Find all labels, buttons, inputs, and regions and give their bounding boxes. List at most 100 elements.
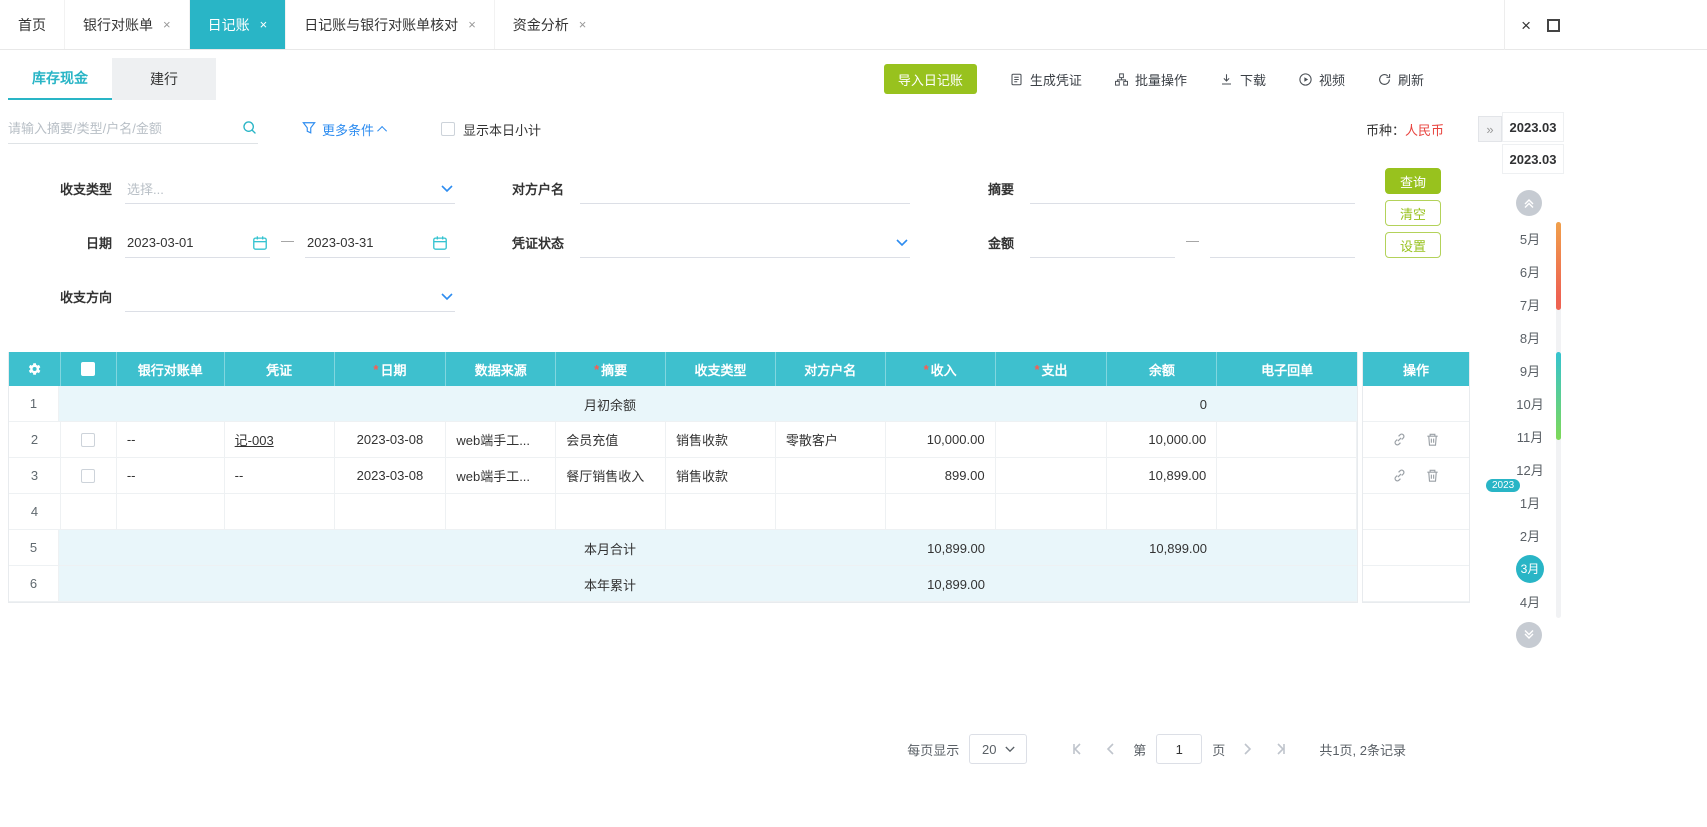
calendar-icon[interactable] — [252, 235, 268, 251]
row-checkbox[interactable] — [81, 432, 96, 447]
settings-button[interactable]: 设置 — [1385, 232, 1441, 258]
month-total-label: 本月合计 — [583, 541, 636, 557]
per-page-label: 每页显示 — [907, 742, 960, 758]
timeline-month[interactable]: 7月 — [1502, 288, 1558, 321]
timeline-month[interactable]: 10月 — [1502, 387, 1558, 420]
timeline-month[interactable]: 8月 — [1502, 321, 1558, 354]
tab-journal-bank-check[interactable]: 日记账与银行对账单核对 × — [285, 0, 494, 49]
download-button[interactable]: 下载 — [1219, 70, 1266, 89]
link-icon[interactable] — [1392, 432, 1407, 447]
direction-label: 收支方向 — [59, 290, 112, 305]
timeline-month[interactable]: 11月 — [1502, 420, 1558, 453]
header-bank-statement: 银行对账单 — [117, 352, 225, 386]
timeline-month[interactable]: 2月 — [1502, 519, 1558, 552]
date-to-field[interactable] — [305, 228, 450, 258]
fullscreen-icon[interactable] — [1547, 18, 1560, 32]
tab-bank-statement[interactable]: 银行对账单 × — [64, 0, 189, 49]
cell-source: web端手工... — [446, 458, 557, 494]
link-icon[interactable] — [1392, 468, 1407, 483]
date-label: 日期 — [85, 236, 112, 251]
direction-select[interactable] — [125, 282, 455, 312]
page-number-input[interactable] — [1156, 734, 1203, 764]
party-label: 对方户名 — [511, 182, 564, 197]
refresh-button[interactable]: 刷新 — [1377, 70, 1424, 89]
first-page-icon[interactable] — [1065, 741, 1089, 757]
checkbox[interactable] — [81, 362, 96, 376]
voucher-status-select[interactable] — [580, 228, 910, 258]
timeline-period[interactable]: 2023.03 — [1502, 112, 1564, 142]
date-from-field[interactable] — [125, 228, 270, 258]
more-conditions-toggle[interactable]: 更多条件 — [302, 120, 388, 139]
type-select[interactable]: 选择... — [125, 174, 455, 204]
subtab-cash[interactable]: 库存现金 — [8, 58, 112, 100]
show-daily-subtotal-checkbox[interactable]: 显示本日小计 — [441, 120, 541, 139]
ops-cell — [1363, 494, 1469, 530]
header-summary: * 摘要 — [556, 352, 667, 386]
timeline-scroll-down-icon[interactable] — [1516, 622, 1542, 648]
account-tabs: 库存现金 建行 — [8, 58, 216, 100]
clear-button[interactable]: 清空 — [1385, 200, 1441, 226]
currency-value[interactable]: 人民币 — [1405, 123, 1444, 138]
timeline-collapse-icon[interactable]: » — [1478, 116, 1502, 142]
voucher-link[interactable]: 记-003 — [235, 430, 274, 449]
table-row[interactable]: 3 -- -- 2023-03-08 web端手工... 餐厅销售收入 销售收款… — [9, 458, 1358, 494]
tab-close-icon[interactable]: × — [163, 18, 171, 31]
year-total-income: 10,899.00 — [927, 576, 985, 592]
import-journal-button[interactable]: 导入日记账 — [883, 64, 977, 94]
timeline-month[interactable]: 6月 — [1502, 255, 1558, 288]
per-page-select[interactable]: 20 — [969, 734, 1028, 764]
select-all-checkbox[interactable] — [61, 352, 117, 386]
subtab-ccb[interactable]: 建行 — [112, 58, 216, 100]
cell-date: 2023-03-08 — [334, 422, 447, 458]
tab-label: 日记账 — [207, 16, 250, 33]
video-button[interactable]: 视频 — [1298, 70, 1345, 89]
row-checkbox[interactable] — [81, 468, 96, 483]
batch-operations-button[interactable]: 批量操作 — [1114, 70, 1187, 89]
amount-max-field[interactable] — [1212, 235, 1353, 250]
amount-label: 金额 — [987, 236, 1014, 251]
currency-selector: 币种：人民币 — [1366, 120, 1470, 139]
timeline-scroll-up-icon[interactable] — [1516, 190, 1542, 216]
checkbox[interactable] — [441, 122, 456, 136]
calendar-icon[interactable] — [432, 235, 448, 251]
party-input-field[interactable] — [582, 181, 908, 196]
tab-close-icon[interactable]: × — [468, 18, 476, 31]
amount-min-field[interactable] — [1032, 235, 1173, 250]
delete-icon[interactable] — [1425, 468, 1440, 483]
summary-input[interactable] — [1030, 174, 1355, 204]
prev-page-icon[interactable] — [1099, 741, 1123, 757]
search-input[interactable] — [8, 121, 241, 136]
table-row[interactable]: 2 -- 记-003 2023-03-08 web端手工... 会员充值 销售收… — [9, 422, 1358, 458]
close-icon[interactable]: × — [1521, 17, 1531, 34]
tab-close-icon[interactable]: × — [579, 18, 587, 31]
amount-min-input[interactable] — [1030, 228, 1175, 258]
column-settings-gear-icon[interactable] — [9, 352, 61, 386]
chevron-up-icon — [377, 125, 388, 136]
tab-fund-analysis[interactable]: 资金分析 × — [493, 0, 605, 49]
timeline-scrollbar-thumb-cool[interactable] — [1556, 352, 1561, 440]
delete-icon[interactable] — [1425, 432, 1440, 447]
date-from-input[interactable] — [127, 235, 252, 250]
tab-close-icon[interactable]: × — [260, 18, 268, 31]
timeline-month[interactable]: 4月 — [1502, 585, 1558, 618]
row-number: 3 — [9, 458, 61, 494]
query-button[interactable]: 查询 — [1385, 168, 1441, 194]
voucher-status-label: 凭证状态 — [511, 236, 564, 251]
next-page-icon[interactable] — [1235, 741, 1259, 757]
date-to-input[interactable] — [307, 235, 432, 250]
timeline-period-selector[interactable]: 2023.03 — [1502, 144, 1564, 174]
amount-max-input[interactable] — [1210, 228, 1355, 258]
tab-journal[interactable]: 日记账 × — [188, 0, 286, 49]
timeline-scrollbar-thumb-warm[interactable] — [1556, 222, 1561, 310]
timeline-month-active[interactable]: 3月 — [1502, 552, 1558, 585]
party-input[interactable] — [580, 174, 910, 204]
tab-home[interactable]: 首页 — [0, 0, 64, 49]
summary-input-field[interactable] — [1032, 181, 1353, 196]
cell-balance: 10,000.00 — [1107, 422, 1218, 458]
last-page-icon[interactable] — [1269, 741, 1293, 757]
search-icon[interactable] — [241, 119, 258, 139]
generate-voucher-button[interactable]: 生成凭证 — [1009, 70, 1082, 89]
timeline-month[interactable]: 9月 — [1502, 354, 1558, 387]
download-icon — [1219, 72, 1234, 87]
timeline-month[interactable]: 5月 — [1502, 222, 1558, 255]
